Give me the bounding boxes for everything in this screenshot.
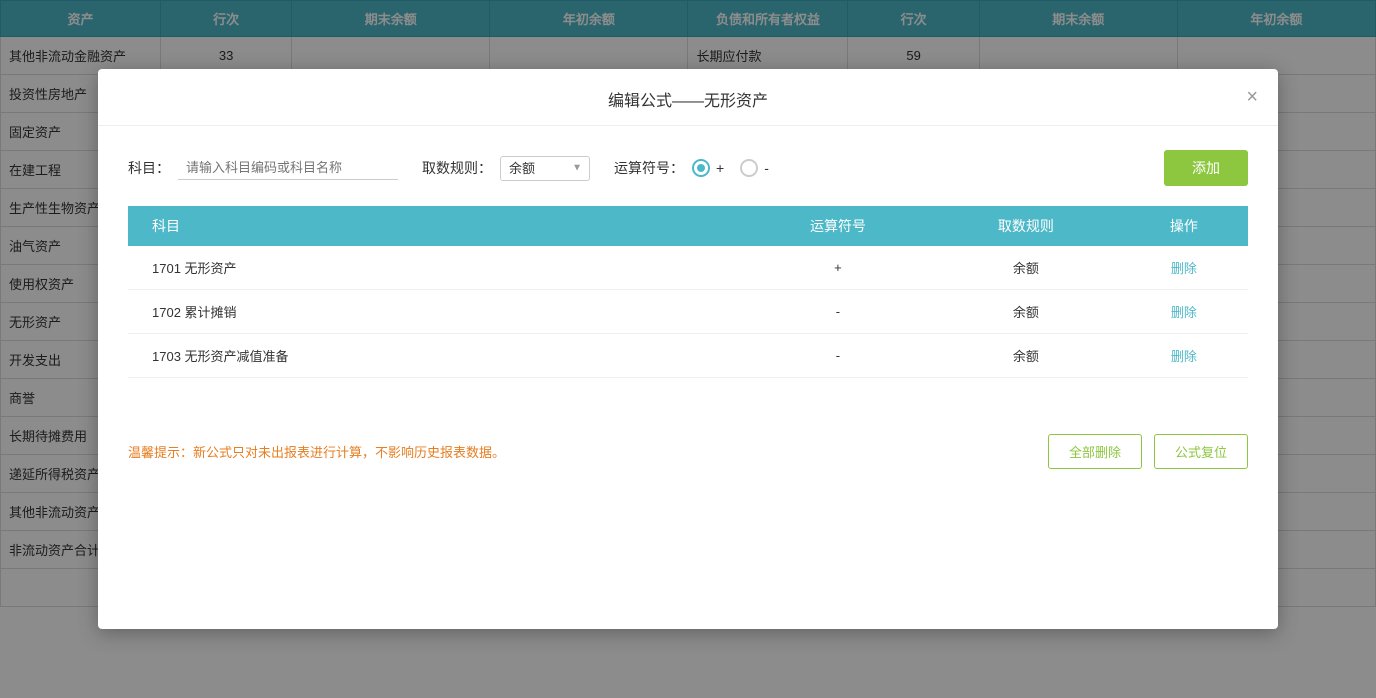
formula-operator-cell: - (744, 290, 932, 334)
delete-all-button[interactable]: 全部删除 (1048, 434, 1142, 469)
formula-table: 科目 运算符号 取数规则 操作 1701 无形资产+余额删除1702 累计摊销-… (128, 206, 1248, 378)
formula-action-cell: 删除 (1120, 290, 1248, 334)
formula-operator-cell: - (744, 334, 932, 378)
formula-subject-cell: 1703 无形资产减值准备 (128, 334, 744, 378)
rule-label: 取数规则： (422, 158, 492, 178)
formula-table-row: 1703 无形资产减值准备-余额 删除 (128, 334, 1248, 378)
rule-field: 取数规则： 余额 借方 贷方 借方发生额 贷方发生额 ▼ (422, 156, 590, 181)
operator-label: 运算符号： (614, 158, 684, 178)
operator-minus-label: - (764, 160, 769, 176)
subject-field: 科目： (128, 156, 398, 180)
operator-field: 运算符号： + - (614, 158, 769, 178)
formula-rule-cell: 余额 (932, 290, 1120, 334)
modal-footer: 温馨提示：新公式只对未出报表进行计算，不影响历史报表数据。 全部删除 公式复位 (98, 418, 1278, 489)
table-header-action: 操作 (1120, 206, 1248, 246)
delete-row-button[interactable]: 删除 (1171, 349, 1197, 364)
formula-action-cell: 删除 (1120, 246, 1248, 290)
formula-action-cell: 删除 (1120, 334, 1248, 378)
formula-subject-cell: 1702 累计摊销 (128, 290, 744, 334)
subject-input[interactable] (178, 156, 398, 180)
subject-label: 科目： (128, 158, 170, 178)
formula-rule-cell: 余额 (932, 334, 1120, 378)
formula-table-row: 1701 无形资产+余额 删除 (128, 246, 1248, 290)
radio-minus-circle (740, 159, 758, 177)
footer-buttons: 全部删除 公式复位 (1048, 434, 1248, 469)
formula-form-row: 科目： 取数规则： 余额 借方 贷方 借方发生额 贷方发生额 ▼ (128, 150, 1248, 186)
rule-select[interactable]: 余额 借方 贷方 借方发生额 贷方发生额 (500, 156, 590, 181)
rule-select-wrapper: 余额 借方 贷方 借方发生额 贷方发生额 ▼ (500, 156, 590, 181)
edit-formula-modal: 编辑公式——无形资产 × 科目： 取数规则： 余额 借方 贷方 借方发生额 (98, 69, 1278, 629)
operator-plus-option[interactable]: + (692, 159, 724, 177)
formula-subject-cell: 1701 无形资产 (128, 246, 744, 290)
delete-row-button[interactable]: 删除 (1171, 305, 1197, 320)
modal-body: 科目： 取数规则： 余额 借方 贷方 借方发生额 贷方发生额 ▼ (98, 126, 1278, 418)
table-header-rule: 取数规则 (932, 206, 1120, 246)
modal-title: 编辑公式——无形资产 (608, 87, 768, 111)
table-header-subject: 科目 (128, 206, 744, 246)
reset-formula-button[interactable]: 公式复位 (1154, 434, 1248, 469)
operator-minus-option[interactable]: - (740, 159, 769, 177)
footer-hint: 温馨提示：新公式只对未出报表进行计算，不影响历史报表数据。 (128, 442, 505, 461)
operator-radio-group: + - (692, 159, 769, 177)
radio-plus-circle (692, 159, 710, 177)
add-button[interactable]: 添加 (1164, 150, 1248, 186)
table-header-operator: 运算符号 (744, 206, 932, 246)
modal-close-button[interactable]: × (1246, 87, 1258, 107)
operator-plus-label: + (716, 160, 724, 176)
formula-operator-cell: + (744, 246, 932, 290)
modal-header: 编辑公式——无形资产 × (98, 69, 1278, 126)
delete-row-button[interactable]: 删除 (1171, 261, 1197, 276)
formula-rule-cell: 余额 (932, 246, 1120, 290)
formula-table-row: 1702 累计摊销-余额 删除 (128, 290, 1248, 334)
